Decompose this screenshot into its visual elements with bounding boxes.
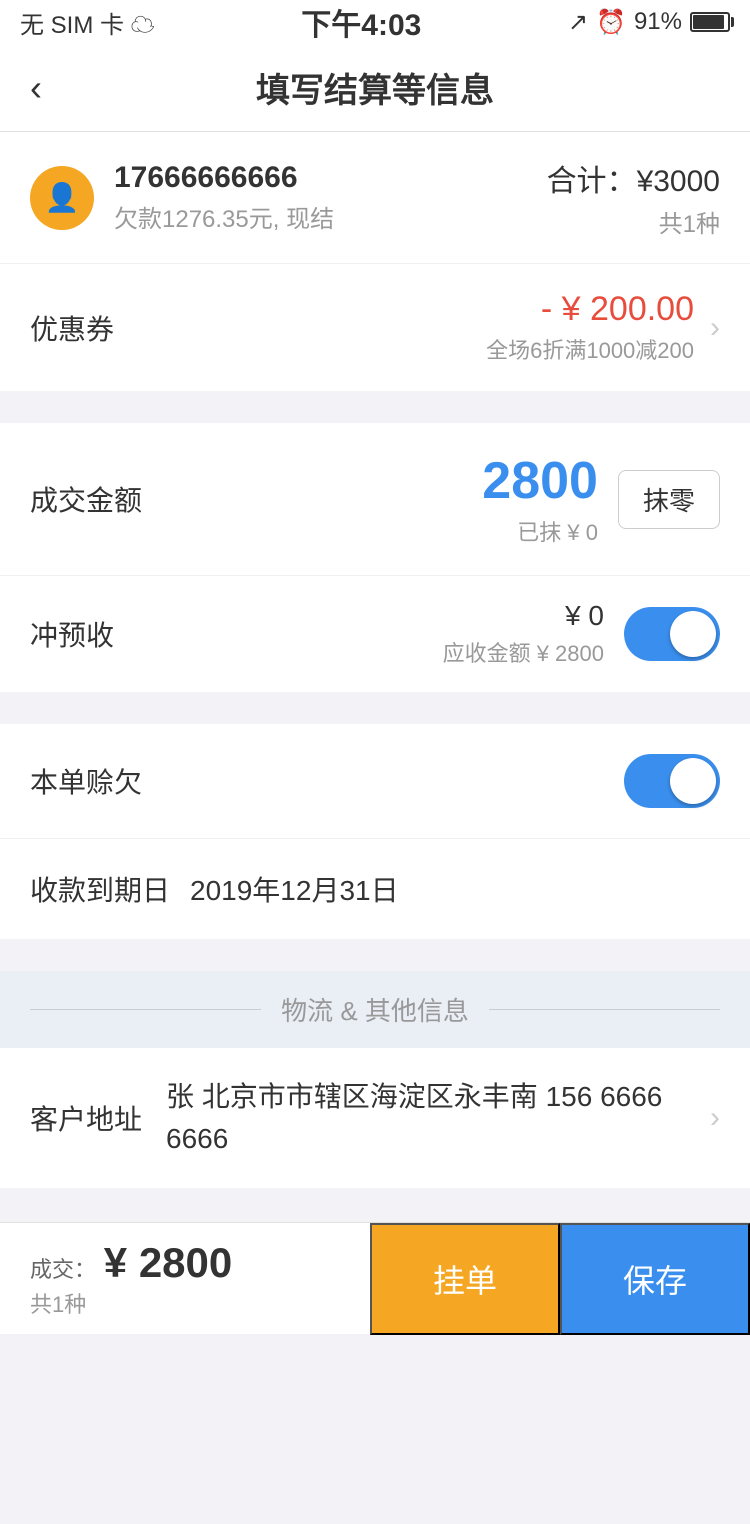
coupon-row[interactable]: 优惠券 - ¥ 200.00 全场6折满1000减200 ›	[0, 263, 750, 391]
battery-icon	[690, 12, 730, 32]
alarm-icon: ⏰	[596, 8, 626, 37]
avatar: 👤	[30, 166, 94, 230]
prereceive-label: 冲预收	[30, 614, 114, 654]
divider-line-right	[489, 1009, 720, 1010]
amount-value: 2800	[482, 451, 598, 511]
separator-1	[0, 407, 750, 423]
status-right: ↗ ⏰ 91%	[568, 8, 730, 37]
customer-phone: 17666666666	[114, 161, 334, 195]
amount-section: 成交金额 2800 已抹 ¥ 0 抹零 冲预收 ¥ 0 应收金额 ¥ 2800	[0, 423, 750, 692]
avatar-icon: 👤	[45, 181, 80, 214]
debit-card: 本单赊欠 收款到期日 2019年12月31日	[0, 724, 750, 939]
bottom-info: 成交： ¥ 2800 共1种	[0, 1239, 370, 1319]
bottom-total-amount: ¥ 2800	[104, 1239, 232, 1286]
location-icon: ↗	[568, 8, 588, 37]
round-button[interactable]: 抹零	[618, 470, 720, 529]
customer-right: 合计：¥3000 共1种	[547, 156, 720, 239]
duedate-row: 收款到期日 2019年12月31日	[0, 838, 750, 939]
divider-text: 物流 & 其他信息	[281, 991, 469, 1028]
battery-percent: 91%	[634, 8, 682, 36]
customer-card: 👤 17666666666 欠款1276.35元, 现结 合计：¥3000 共1…	[0, 132, 750, 391]
bottom-bar: 成交： ¥ 2800 共1种 挂单 保存	[0, 1222, 750, 1334]
prereceive-sub: 应收金额 ¥ 2800	[443, 636, 604, 668]
nav-bar: ‹ 填写结算等信息	[0, 44, 750, 132]
duedate-value: 2019年12月31日	[190, 869, 399, 909]
chevron-right-icon: ›	[710, 311, 720, 345]
customer-sub: 欠款1276.35元, 现结	[114, 199, 334, 234]
total-amount: 合计：¥3000	[547, 156, 720, 200]
amount-label: 成交金额	[30, 479, 142, 519]
status-time: 下午4:03	[301, 0, 421, 44]
pending-button[interactable]: 挂单	[370, 1223, 560, 1335]
bottom-total-label: 成交：	[30, 1257, 96, 1282]
prereceive-right: ¥ 0 应收金额 ¥ 2800	[443, 600, 720, 668]
status-bar: 无 SIM 卡 ☁ 下午4:03 ↗ ⏰ 91%	[0, 0, 750, 44]
amount-sub: 已抹 ¥ 0	[482, 515, 598, 547]
prereceive-row: 冲预收 ¥ 0 应收金额 ¥ 2800	[0, 575, 750, 692]
page-title: 填写结算等信息	[256, 63, 494, 112]
debit-label: 本单赊欠	[30, 761, 142, 801]
total-count: 共1种	[547, 204, 720, 239]
amount-right: 2800 已抹 ¥ 0 抹零	[482, 451, 720, 547]
bottom-count: 共1种	[30, 1287, 340, 1319]
sim-status: 无 SIM 卡 ☁	[20, 5, 155, 40]
prereceive-toggle[interactable]	[624, 607, 720, 661]
address-value: 张 北京市市辖区海淀区永丰南 156 6666 6666	[166, 1076, 700, 1160]
discount-amount: - ¥ 200.00	[486, 290, 694, 329]
logistics-divider: 物流 & 其他信息	[0, 971, 750, 1048]
debit-toggle[interactable]	[624, 754, 720, 808]
separator-3	[0, 955, 750, 971]
customer-row: 👤 17666666666 欠款1276.35元, 现结 合计：¥3000 共1…	[0, 132, 750, 263]
bottom-total-line: 成交： ¥ 2800	[30, 1239, 340, 1287]
battery-fill	[693, 15, 724, 29]
customer-left: 👤 17666666666 欠款1276.35元, 现结	[30, 161, 334, 234]
duedate-label: 收款到期日	[30, 869, 170, 909]
status-left: 无 SIM 卡 ☁	[20, 5, 155, 40]
divider-line-left	[30, 1009, 261, 1010]
separator-2	[0, 708, 750, 724]
coupon-label: 优惠券	[30, 308, 114, 348]
address-label: 客户地址	[30, 1098, 142, 1138]
prereceive-values: ¥ 0 应收金额 ¥ 2800	[443, 600, 604, 668]
coupon-right: - ¥ 200.00 全场6折满1000减200 ›	[486, 290, 720, 365]
amount-row: 成交金额 2800 已抹 ¥ 0 抹零	[0, 423, 750, 575]
discount-sub: 全场6折满1000减200	[486, 333, 694, 365]
save-button[interactable]: 保存	[560, 1223, 750, 1335]
customer-info: 17666666666 欠款1276.35元, 现结	[114, 161, 334, 234]
back-button[interactable]: ‹	[30, 67, 42, 109]
address-chevron-icon: ›	[710, 1101, 720, 1135]
debit-row: 本单赊欠	[0, 724, 750, 838]
prereceive-amount: ¥ 0	[443, 600, 604, 632]
address-row[interactable]: 客户地址 张 北京市市辖区海淀区永丰南 156 6666 6666 ›	[0, 1048, 750, 1188]
